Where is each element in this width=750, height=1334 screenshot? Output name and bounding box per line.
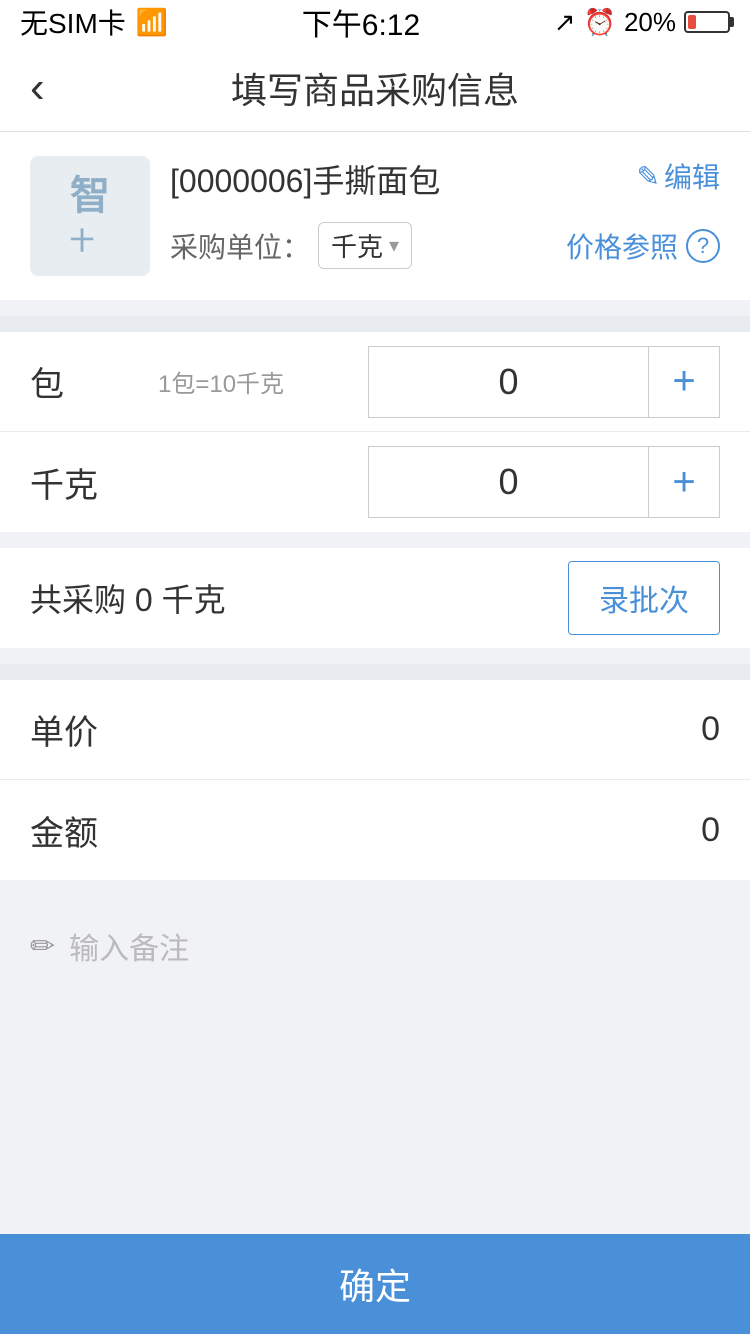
edit-label: 编辑 <box>664 156 720 196</box>
alarm-icon: ⏰ <box>584 7 616 38</box>
unit-label: 采购单位： <box>170 226 310 266</box>
nav-bar: ‹ 填写商品采购信息 <box>0 44 750 132</box>
kg-input-row: 千克 + <box>0 432 750 532</box>
product-name: [0000006]手撕面包 <box>170 156 440 202</box>
input-section: 包 1包=10千克 + 千克 + <box>0 332 750 532</box>
status-time: 下午6:12 <box>302 0 420 44</box>
product-image: 智十 <box>30 156 150 276</box>
confirm-label: 确定 <box>339 1258 411 1310</box>
summary-text: 共采购 0 千克 <box>30 575 226 621</box>
pencil-icon: ✏ <box>30 929 55 964</box>
kg-quantity-input[interactable] <box>368 446 648 518</box>
product-info: [0000006]手撕面包 ✎ 编辑 采购单位： 千克 ▾ 价格参照 ? <box>170 156 720 269</box>
summary-row: 共采购 0 千克 录批次 <box>0 548 750 648</box>
edit-button[interactable]: ✎ 编辑 <box>637 156 720 196</box>
carrier-text: 无SIM卡 <box>20 2 126 42</box>
bag-label: 包 <box>30 357 150 406</box>
location-icon: ↗ <box>554 7 576 38</box>
kg-input-wrap: + <box>150 446 720 518</box>
remark-section[interactable]: ✏ 输入备注 <box>0 896 750 996</box>
status-bar: 无SIM卡 📶 下午6:12 ↗ ⏰ 20% <box>0 0 750 44</box>
product-logo: 智十 <box>70 176 110 256</box>
battery-percent: 20% <box>624 7 676 38</box>
price-ref-label: 价格参照 <box>566 226 678 266</box>
bag-sub-label: 1包=10千克 <box>158 364 284 399</box>
confirm-button[interactable]: 确定 <box>0 1234 750 1334</box>
product-name-row: [0000006]手撕面包 ✎ 编辑 <box>170 156 720 202</box>
wifi-icon: 📶 <box>136 7 168 38</box>
help-icon: ? <box>686 229 720 263</box>
status-left: 无SIM卡 📶 <box>20 2 168 42</box>
price-section: 单价 0 金额 0 <box>0 680 750 880</box>
unit-price-label: 单价 <box>30 705 98 754</box>
chevron-down-icon: ▾ <box>389 233 399 258</box>
bag-quantity-input[interactable] <box>368 346 648 418</box>
product-card: 智十 [0000006]手撕面包 ✎ 编辑 采购单位： 千克 ▾ <box>0 132 750 300</box>
page-content: 智十 [0000006]手撕面包 ✎ 编辑 采购单位： 千克 ▾ <box>0 132 750 1334</box>
unit-row: 采购单位： 千克 ▾ 价格参照 ? <box>170 222 720 269</box>
bag-input-row: 包 1包=10千克 + <box>0 332 750 432</box>
status-right: ↗ ⏰ 20% <box>554 7 730 38</box>
price-ref-button[interactable]: 价格参照 ? <box>566 226 720 266</box>
battery-icon <box>684 11 730 33</box>
unit-value: 千克 <box>331 227 383 264</box>
page-title: 填写商品采购信息 <box>231 62 519 114</box>
unit-price-value: 0 <box>701 710 720 749</box>
unit-select[interactable]: 千克 ▾ <box>318 222 412 269</box>
divider-1 <box>0 316 750 332</box>
amount-label: 金额 <box>30 806 98 855</box>
amount-row: 金额 0 <box>0 780 750 880</box>
kg-label: 千克 <box>30 458 150 507</box>
kg-plus-button[interactable]: + <box>648 446 720 518</box>
amount-value: 0 <box>701 811 720 850</box>
batch-button[interactable]: 录批次 <box>568 561 720 635</box>
bag-plus-button[interactable]: + <box>648 346 720 418</box>
divider-2 <box>0 664 750 680</box>
unit-price-row: 单价 0 <box>0 680 750 780</box>
bag-input-wrap: + <box>284 346 720 418</box>
remark-placeholder: 输入备注 <box>69 924 189 968</box>
back-button[interactable]: ‹ <box>30 63 45 113</box>
edit-icon: ✎ <box>637 160 660 193</box>
